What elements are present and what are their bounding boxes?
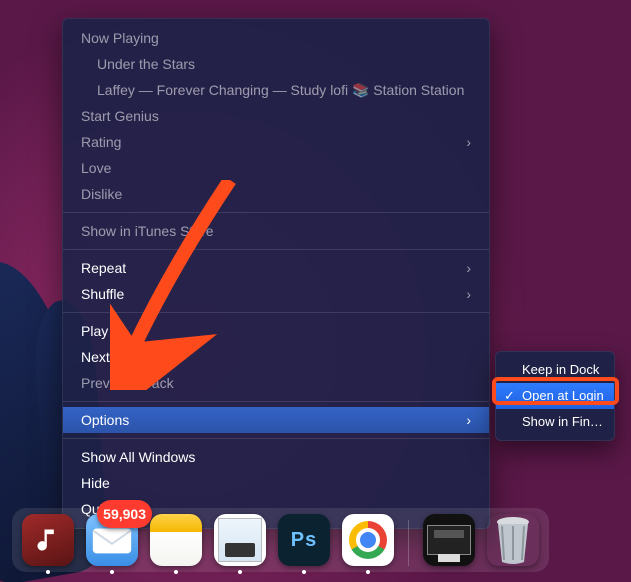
chrome-icon bbox=[349, 521, 387, 559]
running-indicator-dot bbox=[366, 570, 370, 574]
menu-label: Hide bbox=[81, 473, 471, 493]
menu-label: Keep in Dock bbox=[522, 360, 604, 380]
menu-options[interactable]: Options › bbox=[63, 407, 489, 433]
dock-app-mail[interactable]: 59,903 bbox=[86, 514, 138, 566]
chevron-right-icon: › bbox=[466, 284, 471, 304]
menu-now-playing-source[interactable]: Laffey — Forever Changing — Study lofi 📚… bbox=[63, 77, 489, 103]
running-indicator-dot bbox=[238, 570, 242, 574]
menu-label: Laffey — Forever Changing — Study lofi 📚… bbox=[97, 80, 471, 100]
check-icon: ✓ bbox=[504, 386, 515, 406]
chevron-right-icon: › bbox=[466, 258, 471, 278]
menu-label: Show All Windows bbox=[81, 447, 471, 467]
menu-show-all-windows[interactable]: Show All Windows bbox=[63, 444, 489, 470]
mail-badge: 59,903 bbox=[97, 500, 152, 528]
menu-separator bbox=[63, 401, 489, 402]
chevron-right-icon: › bbox=[466, 132, 471, 152]
menu-shuffle[interactable]: Shuffle › bbox=[63, 281, 489, 307]
menu-label: Show in iTunes Store bbox=[81, 221, 471, 241]
menu-dislike[interactable]: Dislike bbox=[63, 181, 489, 207]
printer-icon bbox=[427, 525, 471, 555]
mail-badge-count: 59,903 bbox=[103, 506, 146, 522]
menu-label: Previous Track bbox=[81, 373, 471, 393]
menu-show-in-store[interactable]: Show in iTunes Store bbox=[63, 218, 489, 244]
dock-app-notes[interactable] bbox=[150, 514, 202, 566]
menu-label: Start Genius bbox=[81, 106, 471, 126]
dock-app-chrome[interactable] bbox=[342, 514, 394, 566]
menu-label: Play bbox=[81, 321, 471, 341]
menu-label: Options bbox=[81, 410, 458, 430]
menu-separator bbox=[63, 249, 489, 250]
chevron-right-icon: › bbox=[466, 410, 471, 430]
music-note-icon bbox=[34, 526, 62, 554]
menu-label: Repeat bbox=[81, 258, 458, 278]
menu-separator bbox=[63, 212, 489, 213]
menu-label: Now Playing bbox=[81, 28, 471, 48]
dock-app-printer[interactable] bbox=[423, 514, 475, 566]
running-indicator-dot bbox=[110, 570, 114, 574]
dock-trash[interactable] bbox=[487, 514, 539, 566]
menu-now-playing-track[interactable]: Under the Stars bbox=[63, 51, 489, 77]
running-indicator-dot bbox=[46, 570, 50, 574]
dock-app-music[interactable] bbox=[22, 514, 74, 566]
running-indicator-dot bbox=[174, 570, 178, 574]
menu-label: Under the Stars bbox=[97, 54, 471, 74]
menu-label: Love bbox=[81, 158, 471, 178]
dock: 59,903 Ps bbox=[12, 508, 549, 572]
menu-separator bbox=[63, 312, 489, 313]
dock-app-preview[interactable] bbox=[214, 514, 266, 566]
menu-label: Shuffle bbox=[81, 284, 458, 304]
trash-icon bbox=[490, 514, 536, 566]
menu-repeat[interactable]: Repeat › bbox=[63, 255, 489, 281]
menu-label: Rating bbox=[81, 132, 458, 152]
photoshop-icon: Ps bbox=[291, 529, 317, 552]
menu-label: Open at Login bbox=[522, 386, 604, 406]
menu-separator bbox=[63, 438, 489, 439]
menu-start-genius[interactable]: Start Genius bbox=[63, 103, 489, 129]
submenu-show-in-finder[interactable]: Show in Finder bbox=[496, 409, 614, 435]
menu-now-playing-header: Now Playing bbox=[63, 25, 489, 51]
menu-hide[interactable]: Hide bbox=[63, 470, 489, 496]
dock-separator bbox=[408, 520, 409, 566]
dock-app-photoshop[interactable]: Ps bbox=[278, 514, 330, 566]
menu-love[interactable]: Love bbox=[63, 155, 489, 181]
running-indicator-dot bbox=[302, 570, 306, 574]
preview-icon bbox=[218, 518, 262, 562]
menu-previous-track[interactable]: Previous Track bbox=[63, 370, 489, 396]
submenu-keep-in-dock[interactable]: Keep in Dock bbox=[496, 357, 614, 383]
menu-rating[interactable]: Rating › bbox=[63, 129, 489, 155]
submenu-open-at-login[interactable]: ✓ Open at Login bbox=[496, 383, 614, 409]
options-submenu: Keep in Dock ✓ Open at Login Show in Fin… bbox=[495, 351, 615, 441]
menu-next-track[interactable]: Next Track bbox=[63, 344, 489, 370]
menu-play[interactable]: Play bbox=[63, 318, 489, 344]
menu-label: Dislike bbox=[81, 184, 471, 204]
dock-context-menu: Now Playing Under the Stars Laffey — For… bbox=[62, 18, 490, 529]
menu-label: Next Track bbox=[81, 347, 471, 367]
menu-label: Show in Finder bbox=[522, 412, 604, 432]
